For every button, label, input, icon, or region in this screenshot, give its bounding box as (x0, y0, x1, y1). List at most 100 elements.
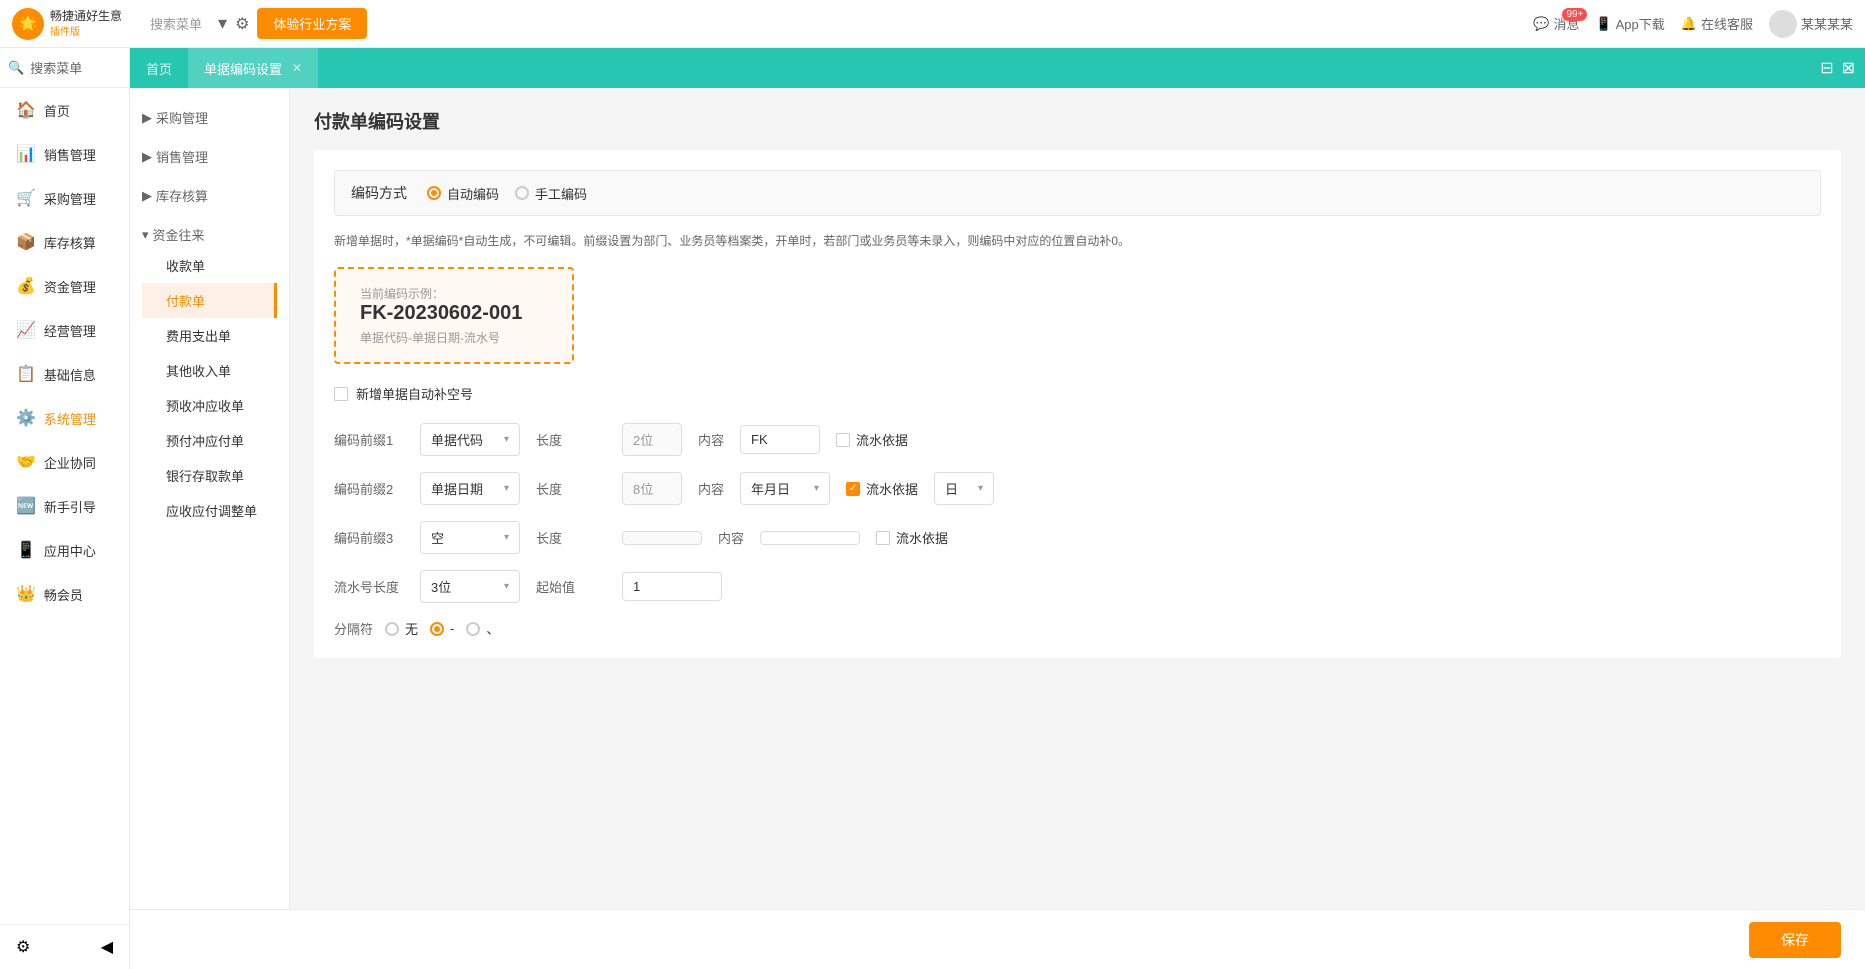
tab-minimize-icon[interactable]: ⊟ (1820, 58, 1833, 78)
prefix2-serial-label: 流水依据 (866, 479, 918, 498)
collapse-icon[interactable]: ◀ (101, 937, 113, 957)
second-sidebar-item-bank[interactable]: 银行存取款单 (142, 458, 277, 493)
prefix3-serial-checkbox[interactable] (876, 531, 890, 545)
prefix3-length-input[interactable] (622, 531, 702, 545)
prefix1-serial-checkbox[interactable] (836, 433, 850, 447)
second-sidebar-item-payment[interactable]: 付款单 (142, 283, 277, 318)
sidebar-item-enterprise[interactable]: 🤝 企业协同 (0, 440, 129, 484)
second-sidebar-item-adjustment[interactable]: 应收应付调整单 (142, 493, 277, 528)
manual-encoding-radio[interactable] (515, 186, 529, 200)
prefix2-serial-check[interactable]: ✓ 流水依据 (846, 479, 918, 498)
sep-dot-label: - (450, 621, 454, 636)
sidebar-item-app[interactable]: 📱 应用中心 (0, 528, 129, 572)
second-sidebar-title-inventory[interactable]: ▶ 库存核算 (142, 182, 277, 209)
app-subtitle: 插件版 (50, 23, 122, 38)
second-sidebar-item-expense[interactable]: 费用支出单 (142, 318, 277, 353)
trial-button[interactable]: 体验行业方案 (257, 8, 367, 39)
sep-dot-radio[interactable] (430, 622, 444, 636)
prefix1-select[interactable]: 单据代码 ▾ (420, 423, 520, 456)
prefix2-select[interactable]: 单据日期 ▾ (420, 472, 520, 505)
tab-maximize-icon[interactable]: ⊠ (1842, 58, 1855, 78)
day-select-value: 日 (945, 479, 958, 498)
sidebar-item-guide[interactable]: 🆕 新手引导 (0, 484, 129, 528)
expand-icon-sales: ▶ (142, 149, 152, 165)
app-icon: 📱 (16, 540, 36, 560)
second-sidebar-item-receipt[interactable]: 收款单 (142, 248, 277, 283)
sep-dash-option[interactable]: 、 (466, 619, 499, 638)
preview-box: 当前编码示例： FK-20230602-001 单据代码-单据日期-流水号 (334, 267, 574, 364)
sidebar-item-inventory[interactable]: 📦 库存核算 (0, 220, 129, 264)
prefix1-length-input: 2位 (622, 423, 682, 456)
sidebar-app-label: 应用中心 (44, 541, 96, 560)
sidebar-item-member[interactable]: 👑 畅会员 (0, 572, 129, 616)
prefix2-select-value: 单据日期 (431, 479, 483, 498)
form-row-prefix2: 编码前缀2 单据日期 ▾ 长度 8位 内容 年月日 ▾ ✓ (334, 472, 1821, 505)
manual-encoding-label: 手工编码 (535, 184, 587, 203)
sidebar-item-operations[interactable]: 📈 经营管理 (0, 308, 129, 352)
sep-dot-option[interactable]: - (430, 621, 454, 636)
auto-encoding-radio[interactable] (427, 186, 441, 200)
tab-home[interactable]: 首页 (130, 48, 188, 88)
second-sidebar-item-pre-receipt[interactable]: 预收冲应收单 (142, 388, 277, 423)
prefix3-serial-check[interactable]: 流水依据 (876, 528, 948, 547)
sidebar-operations-label: 经营管理 (44, 321, 96, 340)
second-sidebar-title-purchase[interactable]: ▶ 采购管理 (142, 104, 277, 131)
serial-length-select[interactable]: 3位 ▾ (420, 570, 520, 603)
sidebar-item-basic[interactable]: 📋 基础信息 (0, 352, 129, 396)
sidebar-system-label: 系统管理 (44, 409, 96, 428)
tab-bar: 首页 单据编码设置 ✕ ⊟ ⊠ (130, 48, 1865, 88)
topbar-search-hint: 搜索菜单 (142, 14, 210, 33)
settings-icon[interactable]: ⚙ (235, 14, 249, 34)
online-service-label: 在线客服 (1701, 14, 1753, 33)
tab-close-icon[interactable]: ✕ (292, 61, 302, 75)
home-icon: 🏠 (16, 100, 36, 120)
inventory-group-label: 库存核算 (156, 186, 208, 205)
bottom-bar: 保存 (130, 909, 1865, 969)
sidebar-item-purchase[interactable]: 🛒 采购管理 (0, 176, 129, 220)
manual-encoding-option[interactable]: 手工编码 (515, 184, 587, 203)
sidebar-search[interactable]: 🔍 搜索菜单 (0, 48, 129, 88)
day-select[interactable]: 日 ▾ (934, 472, 994, 505)
start-value-input[interactable]: 1 (622, 572, 722, 601)
second-sidebar-group-inventory: ▶ 库存核算 (130, 174, 289, 213)
enterprise-icon: 🤝 (16, 452, 36, 472)
auto-fill-row: 新增单据自动补空号 (334, 384, 1821, 403)
expand-icon-inventory: ▶ (142, 188, 152, 204)
second-sidebar-item-pre-payment[interactable]: 预付冲应付单 (142, 423, 277, 458)
second-sidebar-item-other-income[interactable]: 其他收入单 (142, 353, 277, 388)
prefix1-content-label: 内容 (698, 430, 724, 449)
sidebar-item-sales[interactable]: 📊 销售管理 (0, 132, 129, 176)
sep-dash-radio[interactable] (466, 622, 480, 636)
encoding-type-row: 编码方式 自动编码 手工编码 (334, 170, 1821, 216)
tab-encoding-settings[interactable]: 单据编码设置 ✕ (188, 48, 318, 88)
sep-none-radio[interactable] (385, 622, 399, 636)
prefix3-content-value[interactable] (760, 531, 860, 545)
prefix2-content-select[interactable]: 年月日 ▾ (740, 472, 830, 505)
logo-text-block: 畅捷通好生意 插件版 (50, 9, 122, 38)
topbar-dropdown-icon[interactable]: ▾ (218, 13, 227, 34)
sidebar-item-home[interactable]: 🏠 首页 (0, 88, 129, 132)
avatar (1769, 10, 1797, 38)
prefix1-content-value: FK (740, 425, 820, 454)
save-button[interactable]: 保存 (1749, 922, 1841, 958)
sidebar-enterprise-label: 企业协同 (44, 453, 96, 472)
sep-none-option[interactable]: 无 (385, 619, 418, 638)
sidebar-item-finance[interactable]: 💰 资金管理 (0, 264, 129, 308)
prefix3-select[interactable]: 空 ▾ (420, 521, 520, 554)
auto-encoding-option[interactable]: 自动编码 (427, 184, 499, 203)
second-sidebar-title-sales[interactable]: ▶ 销售管理 (142, 143, 277, 170)
auto-fill-checkbox[interactable] (334, 387, 348, 401)
sidebar-item-system[interactable]: ⚙️ 系统管理 (0, 396, 129, 440)
settings-bottom-icon[interactable]: ⚙ (16, 937, 30, 957)
prefix2-serial-checkbox[interactable]: ✓ (846, 482, 860, 496)
sidebar-sales-label: 销售管理 (44, 145, 96, 164)
settings-card: 编码方式 自动编码 手工编码 (314, 150, 1841, 658)
online-service-button[interactable]: 🔔 在线客服 (1681, 14, 1753, 33)
app-download-button[interactable]: 📱 App下载 (1595, 14, 1664, 33)
prefix2-content-label: 内容 (698, 479, 724, 498)
message-button[interactable]: 💬 消息 99+ (1533, 14, 1579, 33)
user-area[interactable]: 某某某某 (1769, 10, 1853, 38)
second-sidebar: ▶ 采购管理 ▶ 销售管理 ▶ 库存核算 (130, 88, 290, 909)
second-sidebar-title-funds[interactable]: ▾ 资金往来 (142, 221, 277, 248)
prefix1-serial-check[interactable]: 流水依据 (836, 430, 908, 449)
